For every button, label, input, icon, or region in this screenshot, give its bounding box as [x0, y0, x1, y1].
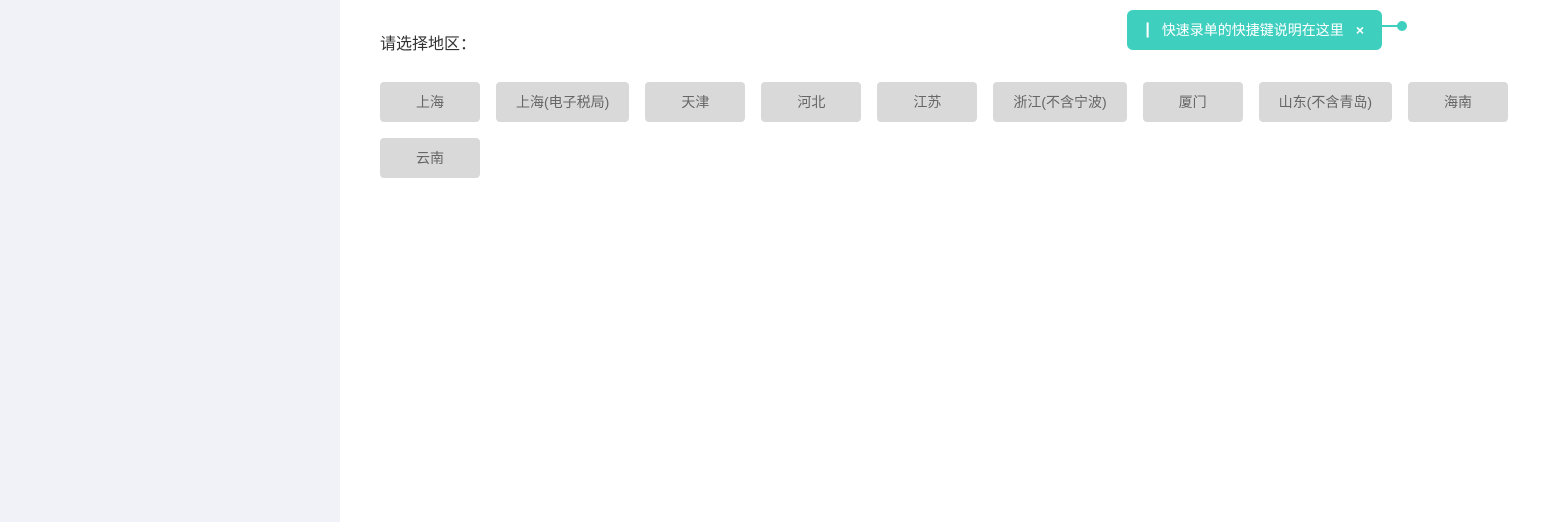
tooltip-dot — [1397, 21, 1407, 31]
region-btn-shanghai[interactable]: 上海 — [380, 82, 480, 122]
region-btn-shanghai-etax[interactable]: 上海(电子税局) — [496, 82, 629, 122]
region-grid: 上海上海(电子税局) 天津河北江苏浙江(不含宁波) 厦门山东(不含青岛) 海南云南 — [380, 82, 1522, 178]
region-btn-hainan[interactable]: 海南 — [1408, 82, 1508, 122]
region-btn-zhejiang[interactable]: 浙江(不含宁波) — [993, 82, 1126, 122]
region-btn-yunnan[interactable]: 云南 — [380, 138, 480, 178]
left-sidebar — [0, 0, 340, 522]
region-btn-shandong[interactable]: 山东(不含青岛) — [1259, 82, 1392, 122]
tooltip-banner: 快速录单的快捷键说明在这里 × — [1127, 10, 1382, 50]
tooltip-text: 快速录单的快捷键说明在这里 — [1162, 20, 1344, 40]
region-btn-jiangsu[interactable]: 江苏 — [877, 82, 977, 122]
region-btn-xiamen[interactable]: 厦门 — [1143, 82, 1243, 122]
region-btn-tianjin[interactable]: 天津 — [645, 82, 745, 122]
tooltip-close-button[interactable]: × — [1356, 22, 1364, 38]
main-content: 请选择地区： 上海上海(电子税局)天津河北江苏浙江(不含宁波)厦门山东(不含青岛… — [340, 0, 1562, 522]
region-btn-hebei[interactable]: 河北 — [761, 82, 861, 122]
